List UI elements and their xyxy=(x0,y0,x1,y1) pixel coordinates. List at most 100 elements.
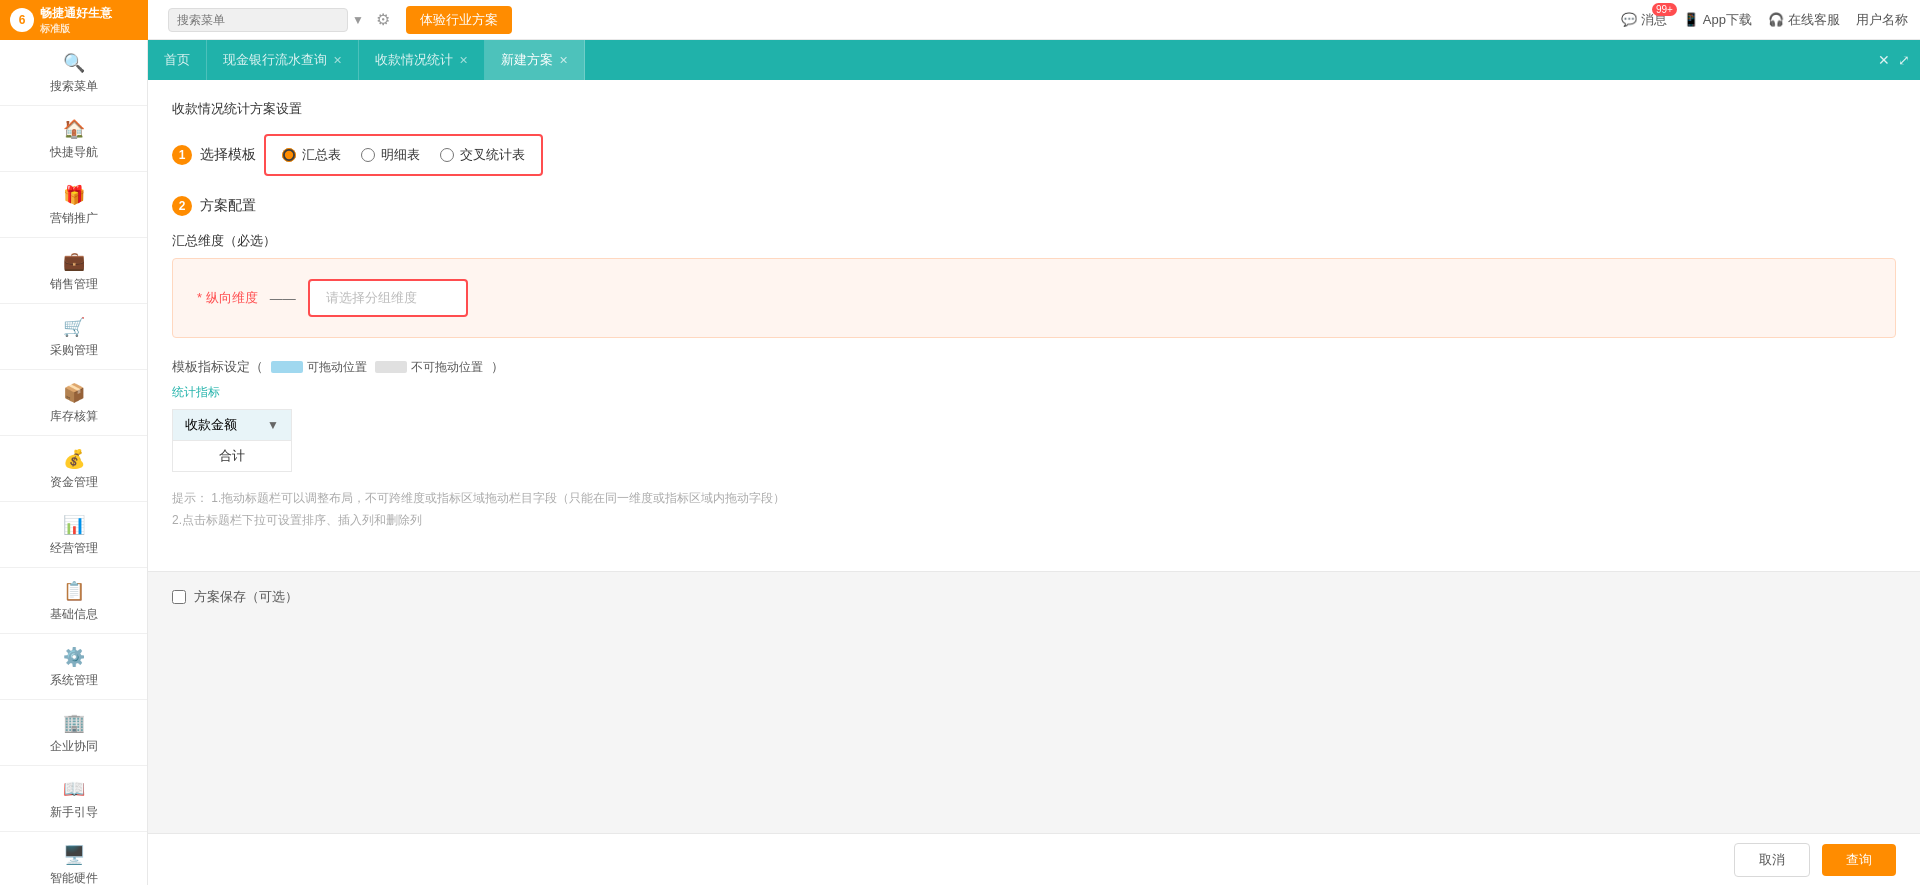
sidebar-item-label: 资金管理 xyxy=(50,474,98,491)
tab-new-plan[interactable]: 新建方案 ✕ xyxy=(485,40,585,80)
service-icon: 🎧 xyxy=(1768,12,1784,27)
draggable-legend-label: 可拖动位置 xyxy=(307,359,367,376)
step2-badge: 2 xyxy=(172,196,192,216)
download-label: App下载 xyxy=(1703,11,1752,29)
sidebar-item-system[interactable]: ⚙️ 系统管理 xyxy=(0,634,147,700)
sidebar-item-inventory[interactable]: 📦 库存核算 xyxy=(0,370,147,436)
tips-area: 提示： 1.拖动标题栏可以调整布局，不可跨维度或指标区域拖动栏目字段（只能在同一… xyxy=(172,488,1896,531)
dropdown-icon[interactable]: ▼ xyxy=(352,13,364,27)
radio-cross-input[interactable] xyxy=(440,148,454,162)
book-icon: 📖 xyxy=(63,778,85,800)
metrics-config: 模板指标设定（ 可拖动位置 不可拖动位置 ） xyxy=(172,358,1896,472)
trial-button[interactable]: 体验行业方案 xyxy=(406,6,512,34)
template-select-box: 汇总表 明细表 交叉统计表 xyxy=(264,134,543,176)
tab-collection-stats-close[interactable]: ✕ xyxy=(459,54,468,67)
sidebar-item-purchase[interactable]: 🛒 采购管理 xyxy=(0,304,147,370)
metrics-header[interactable]: 收款金额 ▼ xyxy=(173,410,291,441)
box-icon: 📦 xyxy=(63,382,85,404)
sidebar-item-guide[interactable]: 📖 新手引导 xyxy=(0,766,147,832)
sidebar-item-enterprise[interactable]: 🏢 企业协同 xyxy=(0,700,147,766)
radio-summary-input[interactable] xyxy=(282,148,296,162)
sidebar-item-label: 智能硬件 xyxy=(50,870,98,885)
save-checkbox[interactable] xyxy=(172,590,186,604)
radio-cross[interactable]: 交叉统计表 xyxy=(440,146,525,164)
app-download-button[interactable]: 📱 App下载 xyxy=(1683,11,1752,29)
search-input[interactable] xyxy=(168,8,348,32)
tab-bank-flow[interactable]: 现金银行流水查询 ✕ xyxy=(207,40,359,80)
arrow-icon: —— xyxy=(270,291,296,306)
search-bar-wrap: ▼ xyxy=(168,8,364,32)
sidebar-item-marketing[interactable]: 🎁 营销推广 xyxy=(0,172,147,238)
cancel-button[interactable]: 取消 xyxy=(1734,843,1810,877)
tip-1: 提示： 1.拖动标题栏可以调整布局，不可跨维度或指标区域拖动栏目字段（只能在同一… xyxy=(172,488,1896,510)
metrics-config-label: 模板指标设定（ xyxy=(172,358,263,376)
form-footer: 方案保存（可选） xyxy=(148,571,1920,622)
header-right: 💬 消息 99+ 📱 App下载 🎧 在线客服 用户名称 xyxy=(1621,11,1908,29)
logo-text: 畅捷通好生意 xyxy=(40,5,112,22)
close-window-icon[interactable]: ✕ xyxy=(1878,52,1890,68)
radio-detail-input[interactable] xyxy=(361,148,375,162)
sidebar-item-finance[interactable]: 💰 资金管理 xyxy=(0,436,147,502)
gear-icon[interactable]: ⚙ xyxy=(376,10,390,29)
sidebar-item-label: 快捷导航 xyxy=(50,144,98,161)
content-area: 首页 现金银行流水查询 ✕ 收款情况统计 ✕ 新建方案 ✕ ✕ ⤢ 收款情况统计… xyxy=(148,40,1920,885)
sidebar-item-label: 营销推广 xyxy=(50,210,98,227)
sidebar-item-nav[interactable]: 🏠 快捷导航 xyxy=(0,106,147,172)
radio-detail[interactable]: 明细表 xyxy=(361,146,420,164)
sidebar-item-label: 库存核算 xyxy=(50,408,98,425)
sidebar-item-label: 系统管理 xyxy=(50,672,98,689)
home-icon: 🏠 xyxy=(63,118,85,140)
save-option[interactable]: 方案保存（可选） xyxy=(172,588,298,606)
logo-icon: 6 xyxy=(10,8,34,32)
dimension-select[interactable]: 请选择分组维度 xyxy=(308,279,468,317)
save-label: 方案保存（可选） xyxy=(194,588,298,606)
vertical-dimension-label: * 纵向维度 xyxy=(197,289,258,307)
online-service-button[interactable]: 🎧 在线客服 xyxy=(1768,11,1840,29)
sidebar: 🔍 搜索菜单 🏠 快捷导航 🎁 营销推广 💼 销售管理 🛒 采购管理 📦 库存核… xyxy=(0,40,148,885)
user-name[interactable]: 用户名称 xyxy=(1856,11,1908,29)
step2-header: 2 方案配置 xyxy=(172,196,1896,216)
sidebar-item-label: 采购管理 xyxy=(50,342,98,359)
message-icon: 💬 xyxy=(1621,12,1637,27)
page-content: 收款情况统计方案设置 1 选择模板 汇总表 xyxy=(148,80,1920,833)
radio-cross-label: 交叉统计表 xyxy=(460,146,525,164)
tab-collection-stats[interactable]: 收款情况统计 ✕ xyxy=(359,40,485,80)
sidebar-item-hardware[interactable]: 🖥️ 智能硬件 xyxy=(0,832,147,885)
step1-section: 1 选择模板 汇总表 明细表 xyxy=(172,134,1896,176)
sidebar-item-basic-info[interactable]: 📋 基础信息 xyxy=(0,568,147,634)
sidebar-item-label: 经营管理 xyxy=(50,540,98,557)
draggable-legend-color xyxy=(271,361,303,373)
tab-bar-actions: ✕ ⤢ xyxy=(1878,52,1920,68)
tab-home-label: 首页 xyxy=(164,51,190,69)
message-button[interactable]: 💬 消息 99+ xyxy=(1621,11,1667,29)
chart-icon: 📊 xyxy=(63,514,85,536)
money-icon: 💰 xyxy=(63,448,85,470)
query-button[interactable]: 查询 xyxy=(1822,844,1896,876)
maximize-icon[interactable]: ⤢ xyxy=(1898,52,1910,68)
tab-bank-flow-close[interactable]: ✕ xyxy=(333,54,342,67)
tab-home[interactable]: 首页 xyxy=(148,40,207,80)
sidebar-item-label: 企业协同 xyxy=(50,738,98,755)
metrics-dropdown-icon[interactable]: ▼ xyxy=(267,418,279,432)
sidebar-item-sales[interactable]: 💼 销售管理 xyxy=(0,238,147,304)
step1-title: 选择模板 xyxy=(200,146,256,164)
tab-bank-flow-label: 现金银行流水查询 xyxy=(223,51,327,69)
sidebar-item-management[interactable]: 📊 经营管理 xyxy=(0,502,147,568)
radio-detail-label: 明细表 xyxy=(381,146,420,164)
radio-summary[interactable]: 汇总表 xyxy=(282,146,341,164)
radio-summary-label: 汇总表 xyxy=(302,146,341,164)
tab-bar: 首页 现金银行流水查询 ✕ 收款情况统计 ✕ 新建方案 ✕ ✕ ⤢ xyxy=(148,40,1920,80)
radio-group: 汇总表 明细表 交叉统计表 xyxy=(282,146,525,164)
sidebar-item-label: 销售管理 xyxy=(50,276,98,293)
sidebar-item-search[interactable]: 🔍 搜索菜单 xyxy=(0,40,147,106)
tab-new-plan-close[interactable]: ✕ xyxy=(559,54,568,67)
gear-icon: ⚙️ xyxy=(63,646,85,668)
edition-badge: 标准版 xyxy=(40,22,112,36)
search-icon: 🔍 xyxy=(63,52,85,74)
dimension-area: * 纵向维度 —— 请选择分组维度 xyxy=(172,258,1896,338)
clipboard-icon: 📋 xyxy=(63,580,85,602)
form-container: 收款情况统计方案设置 1 选择模板 汇总表 xyxy=(148,80,1920,571)
monitor-icon: 🖥️ xyxy=(63,844,85,866)
non-draggable-legend-color xyxy=(375,361,407,373)
metrics-column-header: 收款金额 xyxy=(185,416,237,434)
